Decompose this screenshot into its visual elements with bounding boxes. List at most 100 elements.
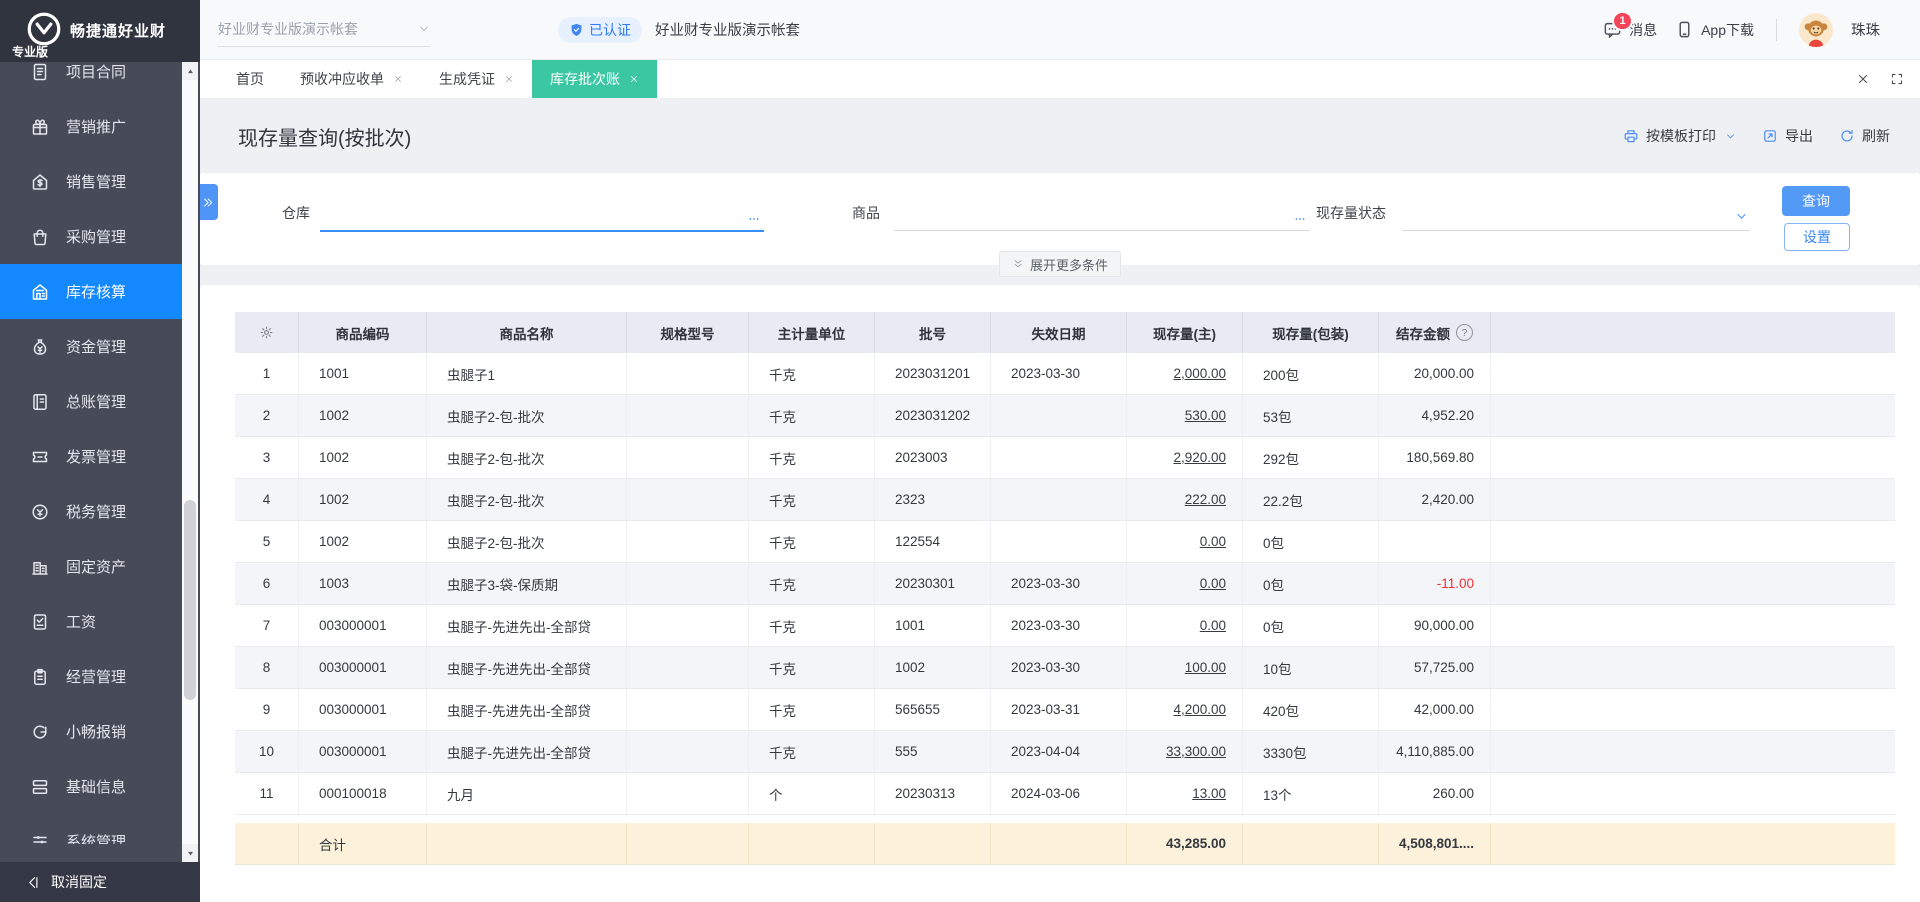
cell-batch: 2323 [875,479,991,520]
qty-main-link[interactable]: 100.00 [1185,660,1226,675]
cell-spec [627,437,749,478]
cell-unit: 千克 [749,353,875,394]
qty-main-link[interactable]: 0.00 [1200,576,1226,591]
verified-label: 已认证 [589,21,631,38]
account-select[interactable]: 好业财专业版演示帐套 [218,12,430,47]
warehouse-input[interactable] [320,197,764,232]
tab-close-icon[interactable] [629,74,639,84]
cell-amount: 180,569.80 [1379,437,1491,478]
qty-main-link[interactable]: 0.00 [1200,618,1226,633]
sidebar-item[interactable]: 总账管理 [0,374,182,429]
fixed-assets-icon [30,557,50,577]
export-button[interactable]: 导出 [1762,126,1813,146]
qty-main-link[interactable]: 33,300.00 [1166,744,1226,759]
sidebar-item[interactable]: 工资 [0,594,182,649]
print-label: 按模板打印 [1646,128,1716,144]
refresh-label: 刷新 [1862,128,1890,144]
fullscreen-icon[interactable] [1890,72,1904,86]
titlebar: 现存量查询(按批次) 按模板打印 导出 刷新 [200,99,1920,173]
cell-unit: 千克 [749,563,875,604]
tab[interactable]: 预收冲应收单 [282,60,421,98]
sidebar-item[interactable]: 销售管理 [0,154,182,209]
cell-unit: 千克 [749,395,875,436]
unpin-sidebar-button[interactable]: 取消固定 [0,862,200,902]
chevron-down-icon [418,23,430,35]
sidebar-item[interactable]: 基础信息 [0,759,182,814]
avatar[interactable] [1799,12,1833,47]
refresh-button[interactable]: 刷新 [1839,126,1890,146]
expand-more-filters-button[interactable]: 展开更多条件 [998,251,1122,277]
qty-main-link[interactable]: 2,000.00 [1173,366,1226,381]
goods-input[interactable] [894,197,1310,231]
help-icon[interactable]: ? [1456,324,1473,341]
sidebar-item[interactable]: 小畅报销 [0,704,182,759]
cell-row-number: 9 [235,689,299,730]
printer-icon [1623,128,1639,144]
tab[interactable]: 首页 [218,60,282,98]
sidebar-item[interactable]: 系统管理 [0,814,182,844]
cell-batch: 2023031201 [875,353,991,394]
qty-main-link[interactable]: 222.00 [1185,492,1226,507]
verified-badge: 已认证 [558,16,642,43]
expand-more-label: 展开更多条件 [1029,257,1109,273]
cell-row-number: 6 [235,563,299,604]
cell-qty-pack: 22.2包 [1243,479,1379,520]
column-header: 现存量(包装) [1243,312,1379,353]
payroll-icon [30,612,50,632]
app-download-button[interactable]: App下载 [1675,20,1754,40]
cell-batch: 20230313 [875,773,991,814]
sidebar-item[interactable]: 营销推广 [0,99,182,154]
messages-label: 消息 [1629,21,1658,38]
qty-main-link[interactable]: 0.00 [1200,534,1226,549]
close-all-tabs-icon[interactable] [1856,72,1870,86]
sidebar-item[interactable]: 资金管理 [0,319,182,374]
tab[interactable]: 库存批次账 [532,60,657,98]
qty-main-link[interactable]: 13.00 [1192,786,1226,801]
sidebar-item[interactable]: 采购管理 [0,209,182,264]
sidebar-item-label: 库存核算 [66,284,127,301]
column-header-filler [1491,312,1895,353]
cell-expiry: 2023-03-30 [991,353,1127,394]
settings-button[interactable]: 设置 [1784,223,1850,251]
tab[interactable]: 生成凭证 [421,60,532,98]
sidebar-item[interactable]: 固定资产 [0,539,182,594]
column-header-label: 商品名称 [499,326,554,342]
column-header: 结存金额? [1379,312,1491,353]
cell-unit: 千克 [749,521,875,562]
tabbar: 首页 预收冲应收单 生成凭证 库存批次账 [200,60,1920,99]
sidebar-item-label: 小畅报销 [66,724,127,741]
messages-button[interactable]: 1 消息 [1603,11,1658,40]
qty-main-link[interactable]: 530.00 [1185,408,1226,423]
sidebar-item[interactable]: 发票管理 [0,429,182,484]
stock-status-select[interactable] [1402,197,1750,231]
sidebar-scrollbar[interactable] [182,62,198,862]
brand-logo-icon [26,11,62,47]
cell-batch: 2023031202 [875,395,991,436]
qty-main-link[interactable]: 4,200.00 [1173,702,1226,717]
chevron-down-icon [1725,131,1736,142]
qty-main-link[interactable]: 2,920.00 [1173,450,1226,465]
ledger-icon [30,392,50,412]
tab-close-icon[interactable] [393,74,403,84]
table-row: 10 003000001 虫腿子-先进先出-全部贷 千克 555 2023-04-04 33… [235,731,1895,773]
sidebar-item[interactable]: 经营管理 [0,649,182,704]
more-dots-icon[interactable] [1292,213,1308,225]
tax-icon [30,502,50,522]
scroll-down-button[interactable] [182,844,198,862]
tab-label: 预收冲应收单 [300,71,384,87]
cell-filler [1491,521,1895,562]
table-row: 2 1002 虫腿子2-包-批次 千克 2023031202 530.00 53包 4,952… [235,395,1895,437]
scroll-up-button[interactable] [182,62,198,80]
operations-icon [30,667,50,687]
tab-close-icon[interactable] [504,74,514,84]
gear-icon[interactable] [259,325,274,340]
cell-qty-main: 2,920.00 [1127,437,1243,478]
sidebar-item[interactable]: 库存核算 [0,264,182,319]
total-cell-amount: 4,508,801.... [1379,823,1491,864]
query-button[interactable]: 查询 [1782,186,1850,216]
sidebar-item[interactable]: 项目合同 [0,62,182,99]
scrollbar-thumb[interactable] [184,500,196,700]
more-dots-icon[interactable] [746,213,762,225]
sidebar-item[interactable]: 税务管理 [0,484,182,539]
print-by-template-button[interactable]: 按模板打印 [1623,126,1736,146]
